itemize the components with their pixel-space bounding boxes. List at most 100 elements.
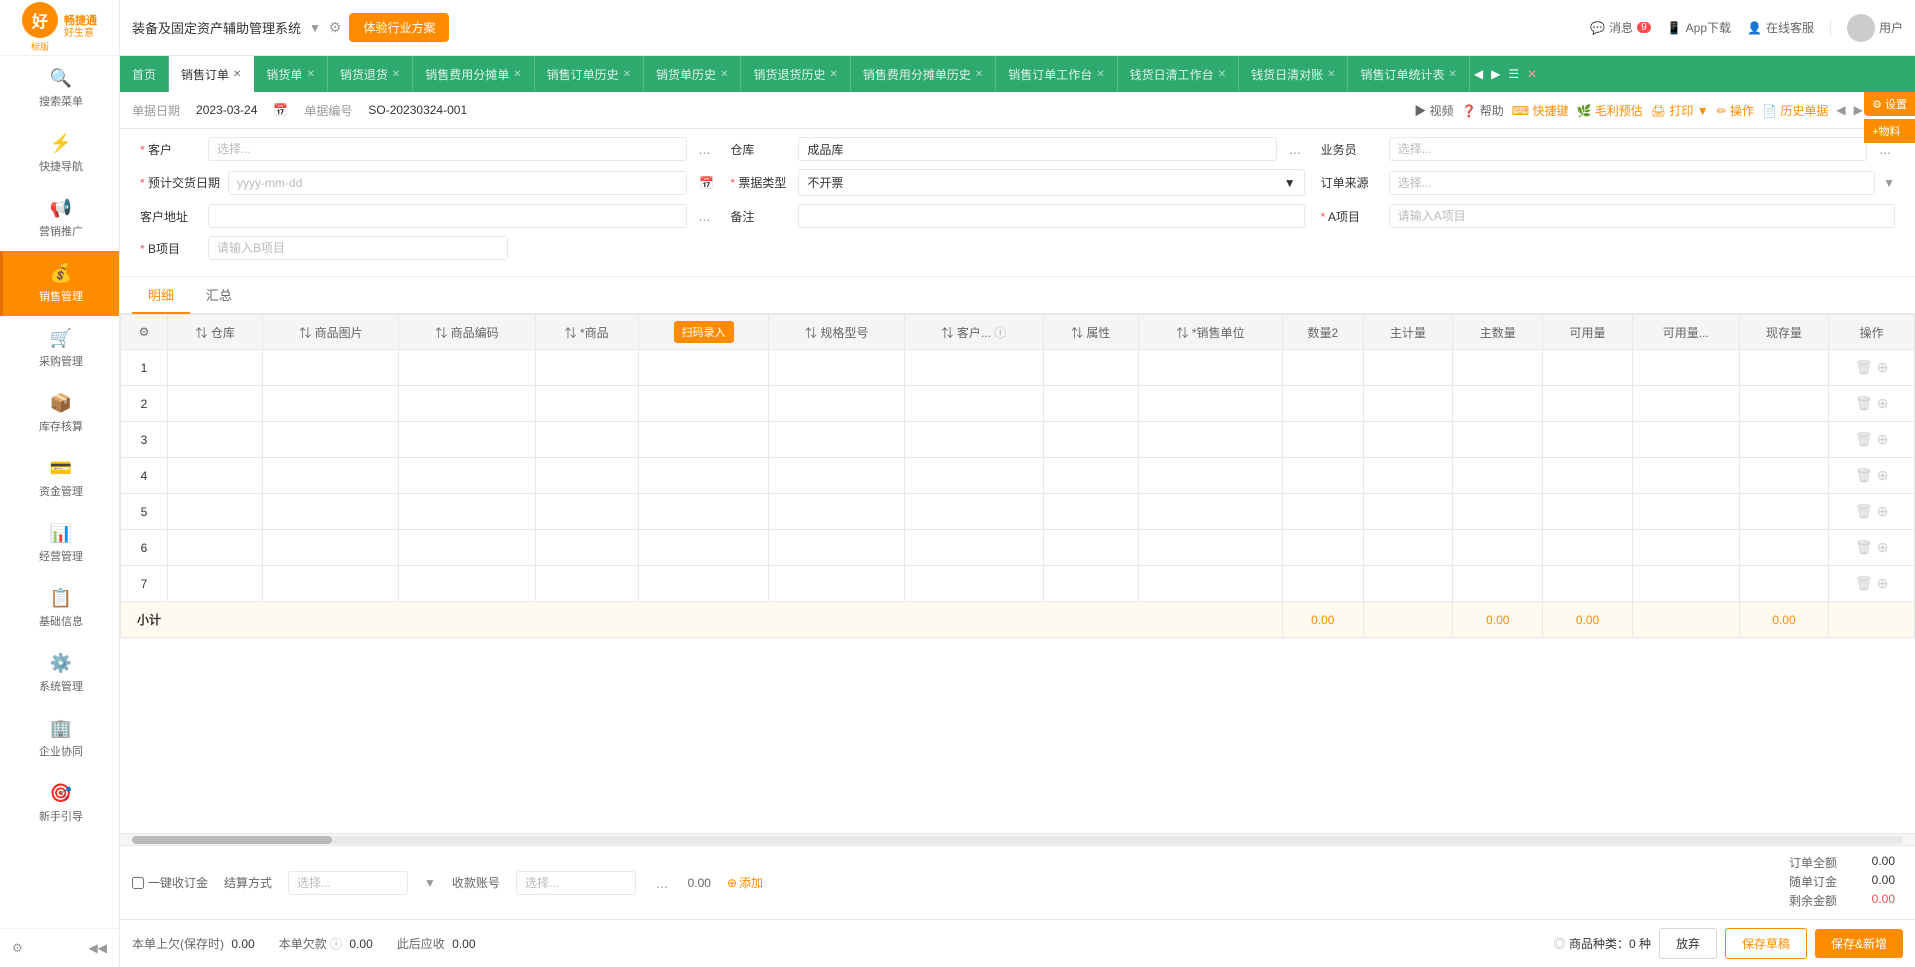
add-payment-btn[interactable]: ⊕ 添加 bbox=[727, 874, 763, 891]
row-3-img[interactable] bbox=[263, 422, 399, 458]
row-4-qty2[interactable] bbox=[1282, 458, 1363, 494]
row-1-avail2[interactable] bbox=[1632, 350, 1739, 386]
row-7-warehouse[interactable] bbox=[168, 566, 263, 602]
row-1-attr[interactable] bbox=[1043, 350, 1138, 386]
tab-sales-order[interactable]: 销售订单 ✕ bbox=[169, 56, 254, 92]
tab-expense-history-close[interactable]: ✕ bbox=[975, 69, 983, 80]
row-2-cust-code[interactable] bbox=[905, 386, 1043, 422]
save-draft-button[interactable]: 保存草稿 bbox=[1725, 928, 1807, 959]
row-5-cust-code[interactable] bbox=[905, 494, 1043, 530]
receipt-input[interactable] bbox=[516, 871, 636, 895]
tab-sales-expense-close[interactable]: ✕ bbox=[513, 69, 521, 80]
row-3-cust-code[interactable] bbox=[905, 422, 1043, 458]
sidebar-item-basic[interactable]: 📋 基础信息 bbox=[0, 576, 119, 641]
operation-btn[interactable]: ✏ 操作 bbox=[1717, 102, 1754, 119]
row-6-copy-icon[interactable]: ⊕ bbox=[1877, 539, 1889, 556]
row-5-unit[interactable] bbox=[1138, 494, 1282, 530]
row-4-unit[interactable] bbox=[1138, 458, 1282, 494]
horizontal-scrollbar[interactable] bbox=[120, 833, 1915, 845]
tab-summary[interactable]: 汇总 bbox=[190, 277, 248, 314]
th-main-qty[interactable]: 主数量 bbox=[1453, 315, 1543, 350]
row-1-main-qty[interactable] bbox=[1453, 350, 1543, 386]
save-new-button[interactable]: 保存&新增 bbox=[1815, 929, 1903, 958]
tab-sales-stats-close[interactable]: ✕ bbox=[1449, 69, 1457, 80]
settings-icon[interactable]: ⚙ bbox=[12, 941, 23, 955]
tab-sales-expense[interactable]: 销售费用分摊单 ✕ bbox=[413, 56, 534, 92]
row-4-current[interactable] bbox=[1739, 458, 1829, 494]
row-5-attr[interactable] bbox=[1043, 494, 1138, 530]
row-7-img[interactable] bbox=[263, 566, 399, 602]
sidebar-item-purchase[interactable]: 🛒 采购管理 bbox=[0, 316, 119, 381]
tab-home[interactable]: 首页 bbox=[120, 56, 169, 92]
row-2-avail[interactable] bbox=[1543, 386, 1633, 422]
row-1-qty2[interactable] bbox=[1282, 350, 1363, 386]
row-2-current[interactable] bbox=[1739, 386, 1829, 422]
row-3-avail[interactable] bbox=[1543, 422, 1633, 458]
invoice-select[interactable]: 不开票 ▼ bbox=[798, 169, 1304, 196]
next-record-btn[interactable]: ▶ bbox=[1854, 103, 1863, 117]
print-dropdown-icon[interactable]: ▼ bbox=[1697, 104, 1709, 118]
tab-invoice-history[interactable]: 销货单历史 ✕ bbox=[644, 56, 741, 92]
row-1-main-unit[interactable] bbox=[1363, 350, 1453, 386]
row-7-delete-icon[interactable]: 🗑 bbox=[1855, 575, 1873, 592]
row-3-main-unit[interactable] bbox=[1363, 422, 1453, 458]
th-product-img[interactable]: ⇅ 商品图片 bbox=[263, 315, 399, 350]
customer-input[interactable] bbox=[208, 137, 687, 161]
sidebar-item-finance[interactable]: 💳 资金管理 bbox=[0, 446, 119, 511]
discard-button[interactable]: 放弃 bbox=[1659, 928, 1717, 959]
row-1-code[interactable] bbox=[399, 350, 535, 386]
row-4-spec[interactable] bbox=[769, 458, 905, 494]
tab-sales-invoice-close[interactable]: ✕ bbox=[306, 69, 314, 80]
row-7-cust-code[interactable] bbox=[905, 566, 1043, 602]
address-input[interactable] bbox=[208, 204, 687, 228]
payment-method-input[interactable] bbox=[288, 871, 408, 895]
row-4-cust-code[interactable] bbox=[905, 458, 1043, 494]
row-6-avail[interactable] bbox=[1543, 530, 1633, 566]
scrollbar-thumb[interactable] bbox=[132, 836, 332, 844]
tab-sales-return-close[interactable]: ✕ bbox=[392, 69, 400, 80]
row-5-delete-icon[interactable]: 🗑 bbox=[1855, 503, 1873, 520]
tab-sales-order-close[interactable]: ✕ bbox=[233, 69, 241, 80]
row-7-main-unit[interactable] bbox=[1363, 566, 1453, 602]
th-sales-unit[interactable]: ⇅ *销售单位 bbox=[1138, 315, 1282, 350]
address-more-btn[interactable]: ... bbox=[695, 208, 715, 224]
row-3-product[interactable] bbox=[535, 422, 638, 458]
tab-cash-daily-workbench-close[interactable]: ✕ bbox=[1218, 69, 1226, 80]
row-6-avail2[interactable] bbox=[1632, 530, 1739, 566]
tab-cash-reconcile[interactable]: 钱货日清对账 ✕ bbox=[1239, 56, 1348, 92]
user-menu[interactable]: 用户 bbox=[1847, 14, 1903, 42]
row-4-main-qty[interactable] bbox=[1453, 458, 1543, 494]
th-spec[interactable]: ⇅ 规格型号 bbox=[769, 315, 905, 350]
row-5-avail2[interactable] bbox=[1632, 494, 1739, 530]
row-7-unit[interactable] bbox=[1138, 566, 1282, 602]
staff-input[interactable] bbox=[1389, 137, 1868, 161]
row-2-warehouse[interactable] bbox=[168, 386, 263, 422]
th-avail-qty2[interactable]: 可用量... bbox=[1632, 315, 1739, 350]
row-2-product[interactable] bbox=[535, 386, 638, 422]
online-service-btn[interactable]: 👤 在线客服 bbox=[1747, 19, 1814, 36]
row-2-code[interactable] bbox=[399, 386, 535, 422]
row-6-product[interactable] bbox=[535, 530, 638, 566]
sidebar-item-quick-nav[interactable]: ⚡ 快捷导航 bbox=[0, 121, 119, 186]
tab-nav-prev[interactable]: ◀ bbox=[1470, 67, 1487, 81]
row-6-main-unit[interactable] bbox=[1363, 530, 1453, 566]
row-2-avail2[interactable] bbox=[1632, 386, 1739, 422]
order-source-dropdown-icon[interactable]: ▼ bbox=[1883, 176, 1895, 190]
tab-sales-order-history[interactable]: 销售订单历史 ✕ bbox=[535, 56, 644, 92]
settings-float-btn[interactable]: ⚙ 设置 bbox=[1864, 92, 1915, 116]
tab-cash-daily-workbench[interactable]: 钱货日清工作台 ✕ bbox=[1118, 56, 1239, 92]
dropdown-icon[interactable]: ▼ bbox=[309, 21, 321, 35]
th-avail-qty[interactable]: 可用量 bbox=[1543, 315, 1633, 350]
tab-sales-stats[interactable]: 销售订单统计表 ✕ bbox=[1348, 56, 1469, 92]
prev-record-btn[interactable]: ◀ bbox=[1836, 103, 1845, 117]
row-2-copy-icon[interactable]: ⊕ bbox=[1877, 395, 1889, 412]
th-qty2[interactable]: 数量2 bbox=[1282, 315, 1363, 350]
tab-nav-menu[interactable]: ☰ bbox=[1504, 67, 1523, 81]
sidebar-item-guide[interactable]: 🎯 新手引导 bbox=[0, 771, 119, 836]
row-6-warehouse[interactable] bbox=[168, 530, 263, 566]
shortcut-btn[interactable]: ⌨ 快捷键 bbox=[1512, 102, 1569, 119]
tab-nav-next[interactable]: ▶ bbox=[1487, 67, 1504, 81]
row-5-copy-icon[interactable]: ⊕ bbox=[1877, 503, 1889, 520]
row-4-code[interactable] bbox=[399, 458, 535, 494]
history-btn[interactable]: 📄 历史单据 bbox=[1762, 102, 1828, 119]
